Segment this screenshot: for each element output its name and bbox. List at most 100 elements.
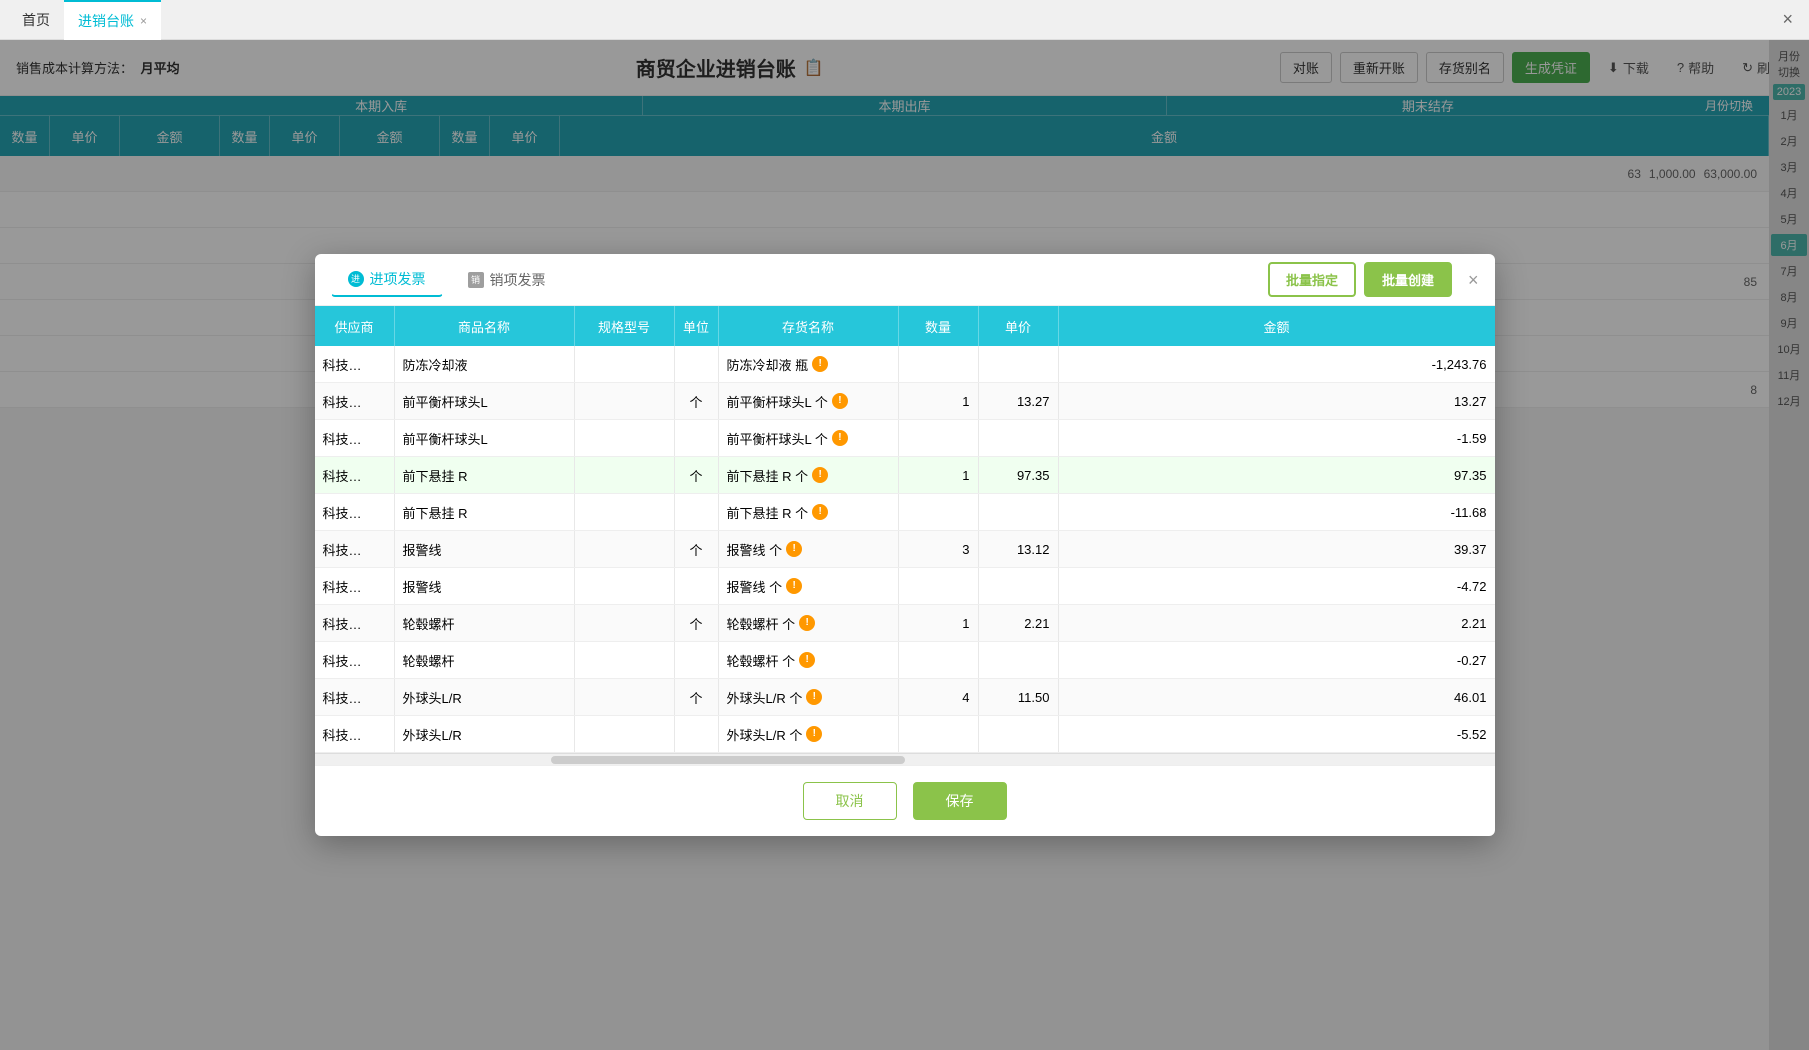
cell-unit: 个 [675, 383, 719, 419]
table-row[interactable]: 科技… 防冻冷却液 防冻冷却液 瓶 ! -1,243.76 [315, 346, 1495, 383]
btn-cancel[interactable]: 取消 [803, 782, 897, 820]
cell-supplier: 科技… [315, 679, 395, 715]
cell-supplier: 科技… [315, 642, 395, 678]
cell-supplier: 科技… [315, 568, 395, 604]
btn-batch-assign[interactable]: 批量指定 [1268, 262, 1356, 297]
cell-price: 2.21 [979, 605, 1059, 641]
cell-price: 11.50 [979, 679, 1059, 715]
cell-spec [575, 679, 675, 715]
dialog-body: 供应商 商品名称 规格型号 单位 存货名称 数量 [315, 306, 1495, 765]
cell-product-name: 外球头L/R [395, 679, 575, 715]
cell-supplier: 科技… [315, 605, 395, 641]
dtable-header: 供应商 商品名称 规格型号 单位 存货名称 数量 [315, 306, 1495, 346]
cell-qty [899, 568, 979, 604]
cell-qty: 3 [899, 531, 979, 567]
cell-supplier: 科技… [315, 716, 395, 752]
dialog-close-icon[interactable]: × [1468, 271, 1479, 289]
cell-inventory: 轮毂螺杆 个 ! [719, 642, 899, 678]
cell-price [979, 642, 1059, 678]
cell-qty [899, 642, 979, 678]
cell-amount: 97.35 [1059, 457, 1495, 493]
table-row[interactable]: 科技… 外球头L/R 个 外球头L/R 个 ! 4 11.50 46.01 [315, 679, 1495, 716]
cell-product-name: 外球头L/R [395, 716, 575, 752]
cell-price: 13.27 [979, 383, 1059, 419]
dialog-header: 进 进项发票 销 销项发票 批量指定 批量创建 × [315, 254, 1495, 306]
cell-unit: 个 [675, 531, 719, 567]
overlay: 进 进项发票 销 销项发票 批量指定 批量创建 × 供应商 [0, 40, 1809, 1050]
cell-qty: 1 [899, 457, 979, 493]
cell-unit [675, 642, 719, 678]
cell-amount: 46.01 [1059, 679, 1495, 715]
cell-price [979, 716, 1059, 752]
cell-qty: 4 [899, 679, 979, 715]
cell-amount: 39.37 [1059, 531, 1495, 567]
tab-home[interactable]: 首页 [8, 0, 64, 40]
cell-product-name: 防冻冷却液 [395, 346, 575, 382]
cell-spec [575, 568, 675, 604]
cell-amount: -11.68 [1059, 494, 1495, 530]
table-row[interactable]: 科技… 轮毂螺杆 个 轮毂螺杆 个 ! 1 2.21 2.21 [315, 605, 1495, 642]
cell-spec [575, 494, 675, 530]
cell-supplier: 科技… [315, 494, 395, 530]
cell-supplier: 科技… [315, 531, 395, 567]
table-row[interactable]: 科技… 前下悬挂 R 个 前下悬挂 R 个 ! 1 97.35 97.35 [315, 457, 1495, 494]
incoming-tab-icon: 进 [348, 271, 364, 287]
cell-amount: -1,243.76 [1059, 346, 1495, 382]
cell-spec [575, 420, 675, 456]
cell-inventory: 外球头L/R 个 ! [719, 679, 899, 715]
warning-icon: ! [786, 541, 802, 557]
dialog: 进 进项发票 销 销项发票 批量指定 批量创建 × 供应商 [315, 254, 1495, 836]
btn-batch-create[interactable]: 批量创建 [1364, 262, 1452, 297]
cell-inventory: 轮毂螺杆 个 ! [719, 605, 899, 641]
cell-qty [899, 716, 979, 752]
table-row[interactable]: 科技… 外球头L/R 外球头L/R 个 ! -5.52 [315, 716, 1495, 753]
cell-inventory: 报警线 个 ! [719, 568, 899, 604]
cell-product-name: 轮毂螺杆 [395, 642, 575, 678]
table-row[interactable]: 科技… 前平衡杆球头L 前平衡杆球头L 个 ! -1.59 [315, 420, 1495, 457]
dialog-footer: 取消 保存 [315, 765, 1495, 836]
btn-save[interactable]: 保存 [913, 782, 1007, 820]
cell-inventory: 前平衡杆球头L 个 ! [719, 383, 899, 419]
cell-inventory: 防冻冷却液 瓶 ! [719, 346, 899, 382]
cell-supplier: 科技… [315, 457, 395, 493]
cell-unit: 个 [675, 605, 719, 641]
table-row[interactable]: 科技… 前下悬挂 R 前下悬挂 R 个 ! -11.68 [315, 494, 1495, 531]
th-price: 单价 [979, 306, 1059, 346]
warning-icon: ! [832, 430, 848, 446]
cell-inventory: 报警线 个 ! [719, 531, 899, 567]
cell-price [979, 420, 1059, 456]
table-row[interactable]: 科技… 轮毂螺杆 轮毂螺杆 个 ! -0.27 [315, 642, 1495, 679]
tab-outgoing[interactable]: 销 销项发票 [451, 263, 563, 297]
scroll-track[interactable] [315, 753, 1495, 765]
warning-icon: ! [799, 652, 815, 668]
cell-product-name: 轮毂螺杆 [395, 605, 575, 641]
main-area: 销售成本计算方法： 月平均 商贸企业进销台账 📋 对账 重新开账 存货别名 生成… [0, 40, 1809, 1050]
table-row[interactable]: 科技… 报警线 报警线 个 ! -4.72 [315, 568, 1495, 605]
cell-supplier: 科技… [315, 420, 395, 456]
cell-spec [575, 457, 675, 493]
cell-supplier: 科技… [315, 383, 395, 419]
cell-amount: -0.27 [1059, 642, 1495, 678]
cell-price [979, 346, 1059, 382]
table-row[interactable]: 科技… 报警线 个 报警线 个 ! 3 13.12 39.37 [315, 531, 1495, 568]
cell-price [979, 568, 1059, 604]
cell-qty [899, 494, 979, 530]
cell-spec [575, 346, 675, 382]
cell-unit [675, 346, 719, 382]
table-row[interactable]: 科技… 前平衡杆球头L 个 前平衡杆球头L 个 ! 1 13.27 13.27 [315, 383, 1495, 420]
warning-icon: ! [806, 726, 822, 742]
cell-spec [575, 383, 675, 419]
cell-spec [575, 531, 675, 567]
warning-icon: ! [806, 689, 822, 705]
tab-ledger[interactable]: 进销台账 × [64, 0, 161, 40]
tab-incoming[interactable]: 进 进项发票 [331, 262, 443, 297]
scroll-thumb[interactable] [551, 756, 905, 764]
window-close-icon[interactable]: × [1782, 9, 1793, 30]
tab-home-label: 首页 [22, 10, 50, 30]
dtable-body: 科技… 防冻冷却液 防冻冷却液 瓶 ! -1,243.76 科技… 前平衡杆球头… [315, 346, 1495, 753]
warning-icon: ! [786, 578, 802, 594]
cell-product-name: 报警线 [395, 568, 575, 604]
cell-unit [675, 420, 719, 456]
th-inventory: 存货名称 [719, 306, 899, 346]
tab-close-icon[interactable]: × [140, 14, 147, 28]
